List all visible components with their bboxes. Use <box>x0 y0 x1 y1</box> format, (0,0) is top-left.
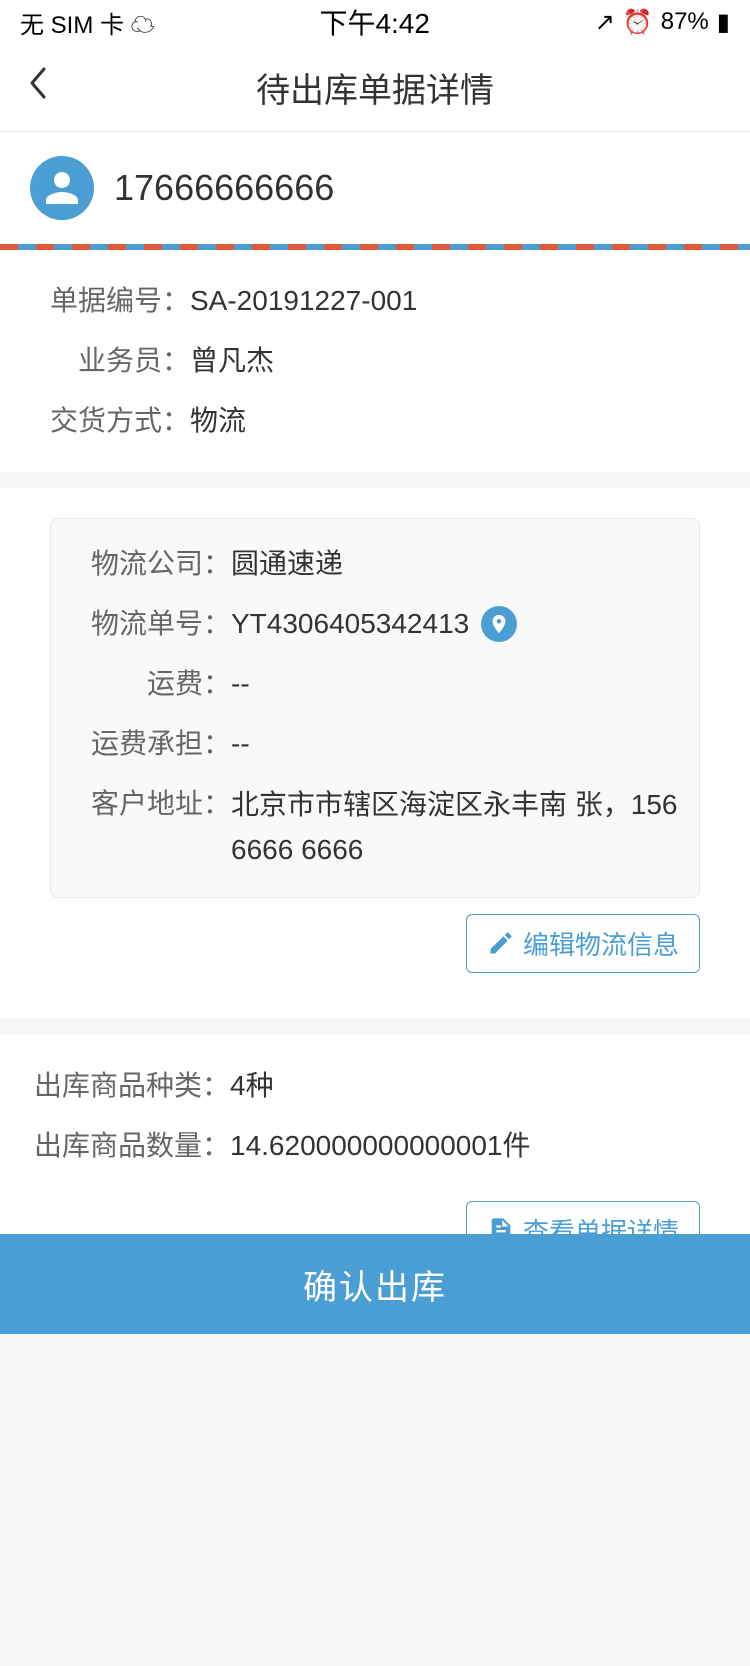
confirm-button[interactable]: 确认出库 <box>0 1234 750 1334</box>
avatar <box>30 156 94 220</box>
company-row: 物流公司： 圆通速递 <box>71 543 679 585</box>
tracking-row: 物流单号： YT43064053424​13 <box>71 603 679 645</box>
address-row: 客户地址： 北京市市辖区海淀区永丰南 张，156 6666 6666 <box>71 783 679 873</box>
status-left: 无 SIM 卡 ☁ <box>20 5 155 40</box>
gap1 <box>0 472 750 488</box>
company-value: 圆通速递 <box>231 543 679 585</box>
goods-types-row: 出库商品种类： 4种 <box>30 1065 720 1107</box>
nav-bar: 待出库单据详情 <box>0 44 750 132</box>
freight-bearer-label: 运费承担： <box>71 723 231 765</box>
person-icon <box>42 168 82 208</box>
status-time: 下午4:42 <box>319 2 430 42</box>
sim-wifi-text: 无 SIM 卡 ☁ <box>20 5 155 40</box>
company-label: 物流公司： <box>71 543 231 585</box>
goods-quantity-value: 14.620000000000001件 <box>230 1125 720 1167</box>
freight-bearer-row: 运费承担： -- <box>71 723 679 765</box>
freight-label: 运费： <box>71 663 231 705</box>
edit-logistics-label: 编辑物流信息 <box>523 925 679 962</box>
edit-logistics-button[interactable]: 编辑物流信息 <box>466 914 700 973</box>
address-label: 客户地址： <box>71 783 231 825</box>
battery-icon: ▮ <box>717 8 730 37</box>
freight-value: -- <box>231 663 679 705</box>
goods-quantity-row: 出库商品数量： 14.620000000000001件 <box>30 1125 720 1167</box>
document-number-label: 单据编号： <box>30 280 190 322</box>
edit-button-row: 编辑物流信息 <box>30 898 720 989</box>
goods-quantity-label: 出库商品数量： <box>30 1125 230 1167</box>
goods-types-label: 出库商品种类： <box>30 1065 230 1107</box>
staff-label: 业务员： <box>30 340 190 382</box>
logistics-card: 物流公司： 圆通速递 物流单号： YT43064053424​13 运费： -- <box>50 518 700 898</box>
logistics-section: 物流公司： 圆通速递 物流单号： YT43064053424​13 运费： -- <box>0 488 750 1019</box>
delivery-value: 物流 <box>190 400 720 442</box>
alarm-icon: ⏰ <box>623 8 653 37</box>
user-row: 17666666666 <box>0 132 750 244</box>
status-right: ↗ ⏰ 87% ▮ <box>595 8 730 37</box>
white-space <box>0 1306 750 1556</box>
battery-text: 87% <box>661 8 709 36</box>
goods-types-value: 4种 <box>230 1065 720 1107</box>
staff-value: 曾凡杰 <box>190 340 720 382</box>
confirm-button-label: 确认出库 <box>303 1260 447 1309</box>
document-number-value: SA-20191227-001 <box>190 280 720 322</box>
user-phone: 17666666666 <box>114 167 334 209</box>
document-number-row: 单据编号： SA-20191227-001 <box>30 280 720 322</box>
delivery-row: 交货方式： 物流 <box>30 400 720 442</box>
pin-icon <box>488 613 510 635</box>
freight-bearer-value: -- <box>231 723 679 765</box>
back-button[interactable] <box>24 61 52 115</box>
tracking-label: 物流单号： <box>71 603 231 645</box>
arrow-icon: ↗ <box>595 8 615 37</box>
staff-row: 业务员： 曾凡杰 <box>30 340 720 382</box>
address-value: 北京市市辖区海淀区永丰南 张，156 6666 6666 <box>231 783 679 873</box>
gap2 <box>0 1019 750 1035</box>
location-icon[interactable] <box>481 606 517 642</box>
freight-row: 运费： -- <box>71 663 679 705</box>
basic-info-section: 单据编号： SA-20191227-001 业务员： 曾凡杰 交货方式： 物流 <box>0 250 750 472</box>
content-area: 17666666666 单据编号： SA-20191227-001 业务员： 曾… <box>0 132 750 1666</box>
edit-icon <box>487 929 515 957</box>
page-title: 待出库单据详情 <box>256 63 494 112</box>
tracking-value: YT43064053424​13 <box>231 603 679 645</box>
status-bar: 无 SIM 卡 ☁ 下午4:42 ↗ ⏰ 87% ▮ <box>0 0 750 44</box>
tracking-number-text: YT43064053424​13 <box>231 603 469 645</box>
delivery-label: 交货方式： <box>30 400 190 442</box>
